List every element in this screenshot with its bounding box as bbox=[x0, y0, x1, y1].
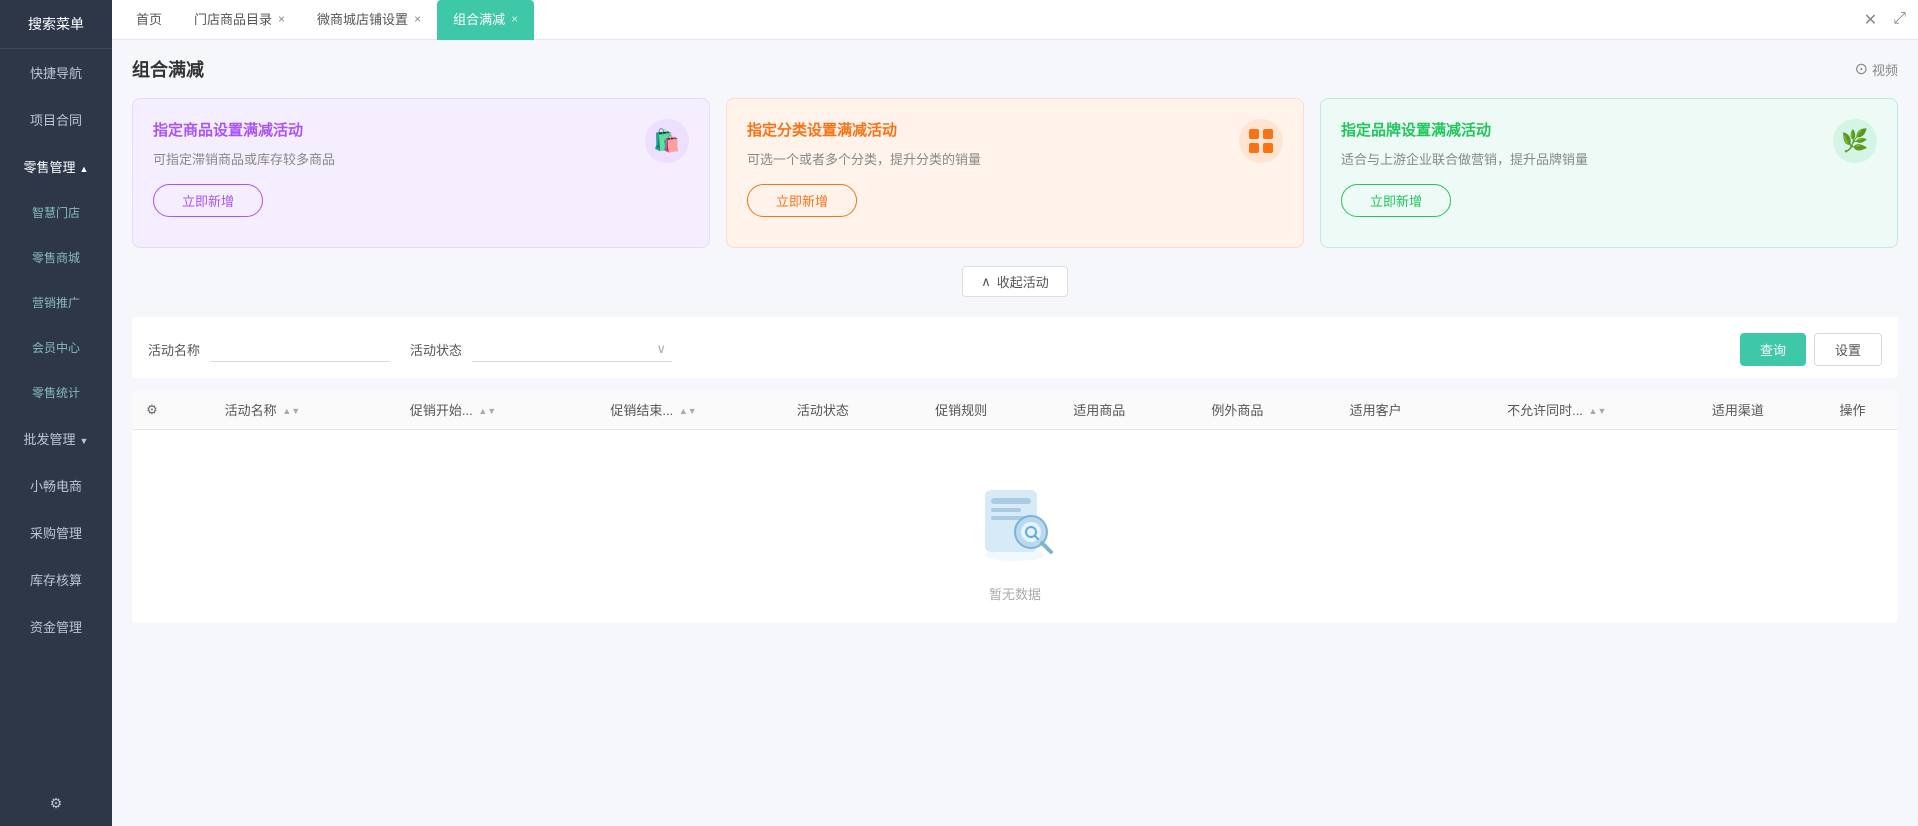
card-product-icon: 🛍️ bbox=[645, 119, 689, 163]
data-table-wrap: ⚙ 活动名称 ▲▼ 促销开始... ▲▼ 促销结束... ▲▼ bbox=[132, 390, 1898, 623]
collapse-label: 收起活动 bbox=[997, 272, 1049, 291]
activity-status-label: 活动状态 bbox=[410, 340, 462, 359]
table-col-applicable-channel: 适用渠道 bbox=[1669, 390, 1807, 430]
sidebar-item-xiaochangec[interactable]: 小畅电商 bbox=[0, 462, 112, 509]
tab-combo-discount[interactable]: 组合满减 × bbox=[437, 0, 534, 40]
table-col-applicable-customer: 适用客户 bbox=[1307, 390, 1445, 430]
tab-combo-discount-label: 组合满减 bbox=[453, 9, 505, 28]
tab-home[interactable]: 首页 bbox=[120, 0, 178, 40]
empty-text: 暂无数据 bbox=[132, 584, 1898, 603]
activity-name-input[interactable] bbox=[210, 338, 390, 362]
card-category-add-btn[interactable]: 立即新增 bbox=[747, 184, 857, 217]
activity-name-field: 活动名称 bbox=[148, 338, 390, 362]
sidebar-item-purchase-mgmt[interactable]: 采购管理 bbox=[0, 509, 112, 556]
sort-icon-promo-end[interactable]: ▲▼ bbox=[679, 407, 697, 416]
activity-name-label: 活动名称 bbox=[148, 340, 200, 359]
tab-bar: 首页 门店商品目录 × 微商城店铺设置 × 组合满减 × ✕ ⤢ bbox=[112, 0, 1918, 40]
tab-store-catalog-close[interactable]: × bbox=[278, 12, 285, 26]
search-actions: 查询 设置 bbox=[1740, 333, 1882, 366]
card-brand-title: 指定品牌设置满减活动 bbox=[1341, 119, 1877, 140]
search-bar: 活动名称 活动状态 ∨ 查询 设置 bbox=[132, 317, 1898, 378]
card-brand: 🌿 指定品牌设置满减活动 适合与上游企业联合做营销，提升品牌销量 立即新增 bbox=[1320, 98, 1898, 248]
sidebar-search[interactable]: 搜索菜单 bbox=[0, 0, 112, 49]
table-col-no-concurrent: 不允许同时... ▲▼ bbox=[1445, 390, 1669, 430]
setting-button[interactable]: 设置 bbox=[1814, 333, 1882, 366]
page-header: 组合满减 ⊙ 视频 bbox=[132, 56, 1898, 82]
table-col-activity-status: 活动状态 bbox=[754, 390, 892, 430]
card-product: 🛍️ 指定商品设置满减活动 可指定滞销商品或库存较多商品 立即新增 bbox=[132, 98, 710, 248]
table-col-exclude-goods: 例外商品 bbox=[1168, 390, 1306, 430]
card-brand-icon: 🌿 bbox=[1833, 119, 1877, 163]
page-content: 组合满减 ⊙ 视频 🛍️ 指定商品设置满减活动 可指定滞销商品或库存较多商品 立… bbox=[112, 40, 1918, 826]
activity-status-field: 活动状态 ∨ bbox=[410, 337, 672, 362]
sort-icon-promo-start[interactable]: ▲▼ bbox=[478, 407, 496, 416]
query-button[interactable]: 查询 bbox=[1740, 333, 1806, 366]
sort-icon-no-concurrent[interactable]: ▲▼ bbox=[1589, 407, 1607, 416]
table-col-promo-rule: 促销规则 bbox=[892, 390, 1030, 430]
card-category: 指定分类设置满减活动 可选一个或者多个分类，提升分类的销量 立即新增 bbox=[726, 98, 1304, 248]
card-category-title: 指定分类设置满减活动 bbox=[747, 119, 1283, 140]
table-col-settings: ⚙ bbox=[132, 390, 172, 430]
table-col-operation: 操作 bbox=[1807, 390, 1898, 430]
main-content: 首页 门店商品目录 × 微商城店铺设置 × 组合满减 × ✕ ⤢ 组合满减 ⊙ … bbox=[112, 0, 1918, 826]
sort-icon-activity-name[interactable]: ▲▼ bbox=[282, 407, 300, 416]
settings-icon-btn[interactable]: ⚙ bbox=[0, 781, 112, 826]
sidebar: 搜索菜单 快捷导航 项目合同 零售管理 智慧门店 零售商城 营销推广 会员中心 … bbox=[0, 0, 112, 826]
table-col-promo-start: 促销开始... ▲▼ bbox=[353, 390, 554, 430]
empty-illustration bbox=[965, 470, 1065, 570]
play-circle-icon: ⊙ bbox=[1855, 59, 1868, 79]
card-category-desc: 可选一个或者多个分类，提升分类的销量 bbox=[747, 150, 1283, 170]
card-product-desc: 可指定滞销商品或库存较多商品 bbox=[153, 150, 689, 170]
activity-status-select[interactable]: ∨ bbox=[472, 337, 672, 362]
card-brand-add-btn[interactable]: 立即新增 bbox=[1341, 184, 1451, 217]
close-window-icon[interactable]: ✕ bbox=[1860, 6, 1881, 34]
video-link[interactable]: ⊙ 视频 bbox=[1855, 59, 1898, 79]
table-col-applicable-goods: 适用商品 bbox=[1030, 390, 1168, 430]
maximize-window-icon[interactable]: ⤢ bbox=[1889, 6, 1910, 34]
card-product-add-btn[interactable]: 立即新增 bbox=[153, 184, 263, 217]
page-title: 组合满减 bbox=[132, 56, 204, 82]
tab-wechat-store-label: 微商城店铺设置 bbox=[317, 9, 408, 28]
tab-store-catalog-label: 门店商品目录 bbox=[194, 9, 272, 28]
tab-wechat-store-close[interactable]: × bbox=[414, 12, 421, 26]
sidebar-item-finance-mgmt[interactable]: 资金管理 bbox=[0, 603, 112, 650]
collapse-icon: ∧ bbox=[981, 274, 991, 290]
tab-bar-actions: ✕ ⤢ bbox=[1860, 6, 1910, 34]
card-brand-desc: 适合与上游企业联合做营销，提升品牌销量 bbox=[1341, 150, 1877, 170]
sidebar-item-wholesale-mgmt[interactable]: 批发管理 bbox=[0, 415, 112, 462]
sidebar-item-quick-nav[interactable]: 快捷导航 bbox=[0, 49, 112, 96]
video-label: 视频 bbox=[1872, 60, 1898, 79]
table-settings-gear-icon[interactable]: ⚙ bbox=[146, 402, 158, 417]
sidebar-item-retail-mgmt[interactable]: 零售管理 bbox=[0, 143, 112, 190]
sidebar-item-project-contract[interactable]: 项目合同 bbox=[0, 96, 112, 143]
gear-icon: ⚙ bbox=[50, 795, 63, 811]
tab-wechat-store[interactable]: 微商城店铺设置 × bbox=[301, 0, 437, 40]
sidebar-item-inventory[interactable]: 库存核算 bbox=[0, 556, 112, 603]
chevron-down-icon: ∨ bbox=[657, 341, 667, 357]
card-category-icon bbox=[1239, 119, 1283, 163]
card-product-title: 指定商品设置满减活动 bbox=[153, 119, 689, 140]
tab-store-catalog[interactable]: 门店商品目录 × bbox=[178, 0, 301, 40]
tab-home-label: 首页 bbox=[136, 9, 162, 28]
tab-combo-discount-close[interactable]: × bbox=[511, 12, 518, 26]
sidebar-item-retail-stats[interactable]: 零售统计 bbox=[0, 370, 112, 415]
table-col-promo-end: 促销结束... ▲▼ bbox=[553, 390, 754, 430]
sidebar-item-member-center[interactable]: 会员中心 bbox=[0, 325, 112, 370]
sidebar-item-retail-mall[interactable]: 零售商城 bbox=[0, 235, 112, 280]
table-col-activity-name: 活动名称 ▲▼ bbox=[172, 390, 353, 430]
collapse-activity-btn[interactable]: ∧ 收起活动 bbox=[962, 266, 1068, 297]
sidebar-item-marketing[interactable]: 营销推广 bbox=[0, 280, 112, 325]
collapse-bar: ∧ 收起活动 bbox=[132, 260, 1898, 303]
data-table: ⚙ 活动名称 ▲▼ 促销开始... ▲▼ 促销结束... ▲▼ bbox=[132, 390, 1898, 430]
sidebar-item-smart-store[interactable]: 智慧门店 bbox=[0, 190, 112, 235]
cards-row: 🛍️ 指定商品设置满减活动 可指定滞销商品或库存较多商品 立即新增 指定分类设置… bbox=[132, 98, 1898, 248]
empty-state: 暂无数据 bbox=[132, 430, 1898, 623]
